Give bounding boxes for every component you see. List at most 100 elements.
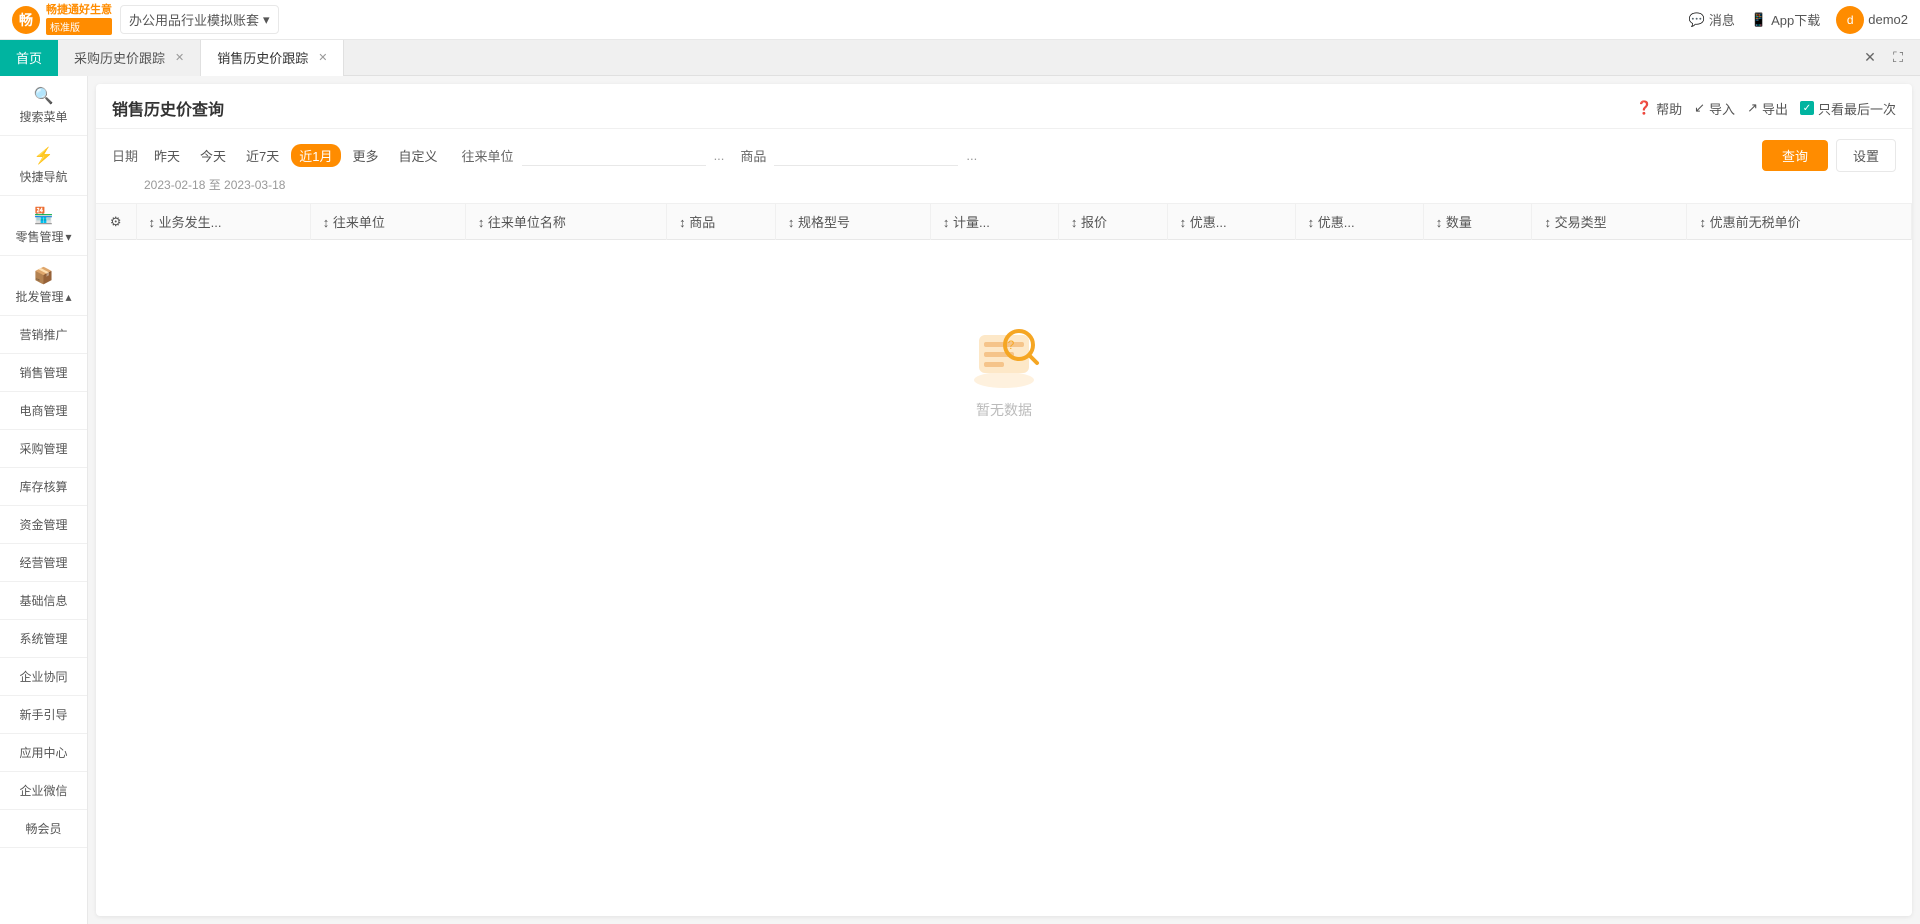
sidebar-item-purchase[interactable]: 采购管理 <box>0 430 87 468</box>
sidebar-item-shortcut[interactable]: ⚡ 快捷导航 <box>0 136 87 196</box>
goods-dots[interactable]: ... <box>966 148 977 163</box>
sidebar-item-apps[interactable]: 应用中心 <box>0 734 87 772</box>
top-bar: 畅 畅捷通好生意 标准版 办公用品行业模拟账套 ▾ 💬 消息 📱 App下载 d… <box>0 0 1920 40</box>
filter-bar: 日期 昨天 今天 近7天 近1月 更多 自定义 往来单位 .. <box>96 129 1912 204</box>
th-pre-tax-price[interactable]: ↕ 优惠前无税单价 <box>1687 204 1912 240</box>
sidebar-item-search[interactable]: 🔍 搜索菜单 <box>0 76 87 136</box>
sidebar-guide-label: 新手引导 <box>19 706 67 723</box>
workspace-selector[interactable]: 办公用品行业模拟账套 ▾ <box>120 5 279 34</box>
sidebar-retail-label: 零售管理 <box>15 228 63 245</box>
sidebar-item-system[interactable]: 系统管理 <box>0 620 87 658</box>
sidebar-item-sales-mgmt[interactable]: 销售管理 <box>0 354 87 392</box>
sidebar-sales-mgmt-label: 销售管理 <box>19 364 67 381</box>
tab-purchase-history[interactable]: 采购历史价跟踪 ✕ <box>58 40 201 76</box>
partner-filter-group: 往来单位 ... <box>462 146 725 166</box>
import-label: 导入 <box>1709 99 1735 118</box>
maximize-icon[interactable]: ⛶ <box>1888 48 1908 68</box>
help-button[interactable]: ❓ 帮助 <box>1636 99 1682 118</box>
th-discount1[interactable]: ↕ 优惠... <box>1167 204 1295 240</box>
sidebar-item-ecommerce[interactable]: 电商管理 <box>0 392 87 430</box>
app-download-button[interactable]: 📱 App下载 <box>1751 10 1820 29</box>
close-sales-tab-icon[interactable]: ✕ <box>318 51 327 64</box>
th-trade-type-label: ↕ 交易类型 <box>1544 215 1606 230</box>
message-button[interactable]: 💬 消息 <box>1689 10 1735 29</box>
logo-icon: 畅 <box>12 6 40 34</box>
close-window-icon[interactable]: ✕ <box>1860 48 1880 68</box>
th-spec-label: ↕ 规格型号 <box>788 215 850 230</box>
table-header: ⚙ ↕ 业务发生... ↕ 往来单位 ↕ 往来单位名称 <box>96 204 1912 240</box>
tab-sales-history[interactable]: 销售历史价跟踪 ✕ <box>201 40 344 76</box>
svg-text:?: ? <box>1008 338 1015 352</box>
export-button[interactable]: ↗ 导出 <box>1747 99 1788 118</box>
message-icon: 💬 <box>1689 12 1705 28</box>
settings-icon: ⚙ <box>110 214 122 229</box>
sidebar-ecommerce-label: 电商管理 <box>19 402 67 419</box>
data-table: ⚙ ↕ 业务发生... ↕ 往来单位 ↕ 往来单位名称 <box>96 204 1912 240</box>
main-layout: 🔍 搜索菜单 ⚡ 快捷导航 🏪 零售管理 ▾ 📦 批发管理 ▴ 营销推广 销售管… <box>0 76 1920 924</box>
goods-input[interactable] <box>774 146 958 166</box>
sidebar-item-wechat[interactable]: 企业微信 <box>0 772 87 810</box>
date-btn-1month[interactable]: 近1月 <box>291 144 340 167</box>
th-discount1-label: ↕ 优惠... <box>1180 215 1227 230</box>
th-discount2[interactable]: ↕ 优惠... <box>1295 204 1423 240</box>
th-price[interactable]: ↕ 报价 <box>1058 204 1167 240</box>
sidebar-purchase-label: 采购管理 <box>19 440 67 457</box>
sidebar-finance-label: 资金管理 <box>19 516 67 533</box>
th-partner-name[interactable]: ↕ 往来单位名称 <box>465 204 666 240</box>
page-content: 销售历史价查询 ❓ 帮助 ↙ 导入 ↗ 导出 ✓ <box>96 84 1912 916</box>
th-spec[interactable]: ↕ 规格型号 <box>775 204 930 240</box>
th-partner-code[interactable]: ↕ 往来单位 <box>310 204 465 240</box>
sidebar-item-retail[interactable]: 🏪 零售管理 ▾ <box>0 196 87 256</box>
sidebar-item-basic-info[interactable]: 基础信息 <box>0 582 87 620</box>
partner-input[interactable] <box>522 146 706 166</box>
filter-actions: 查询 设置 <box>1762 139 1896 172</box>
date-btn-today[interactable]: 今天 <box>192 144 234 167</box>
date-btn-yesterday[interactable]: 昨天 <box>146 144 188 167</box>
logo-text: 畅捷通好生意 <box>46 4 112 17</box>
date-btn-7days[interactable]: 近7天 <box>238 144 287 167</box>
sidebar: 🔍 搜索菜单 ⚡ 快捷导航 🏪 零售管理 ▾ 📦 批发管理 ▴ 营销推广 销售管… <box>0 76 88 924</box>
import-button[interactable]: ↙ 导入 <box>1694 99 1735 118</box>
th-trade-type[interactable]: ↕ 交易类型 <box>1532 204 1687 240</box>
sidebar-item-operations[interactable]: 经营管理 <box>0 544 87 582</box>
sidebar-item-member[interactable]: 畅会员 <box>0 810 87 848</box>
top-bar-left: 畅 畅捷通好生意 标准版 办公用品行业模拟账套 ▾ <box>12 4 279 34</box>
username: demo2 <box>1868 12 1908 27</box>
sidebar-system-label: 系统管理 <box>19 630 67 647</box>
th-qty[interactable]: ↕ 数量 <box>1423 204 1532 240</box>
th-biz-date[interactable]: ↕ 业务发生... <box>136 204 310 240</box>
user-profile[interactable]: d demo2 <box>1836 6 1908 34</box>
close-purchase-tab-icon[interactable]: ✕ <box>175 51 184 64</box>
date-filter-group: 日期 昨天 今天 近7天 近1月 更多 自定义 <box>112 144 446 167</box>
th-goods[interactable]: ↕ 商品 <box>667 204 776 240</box>
checkbox-icon: ✓ <box>1800 101 1814 115</box>
sidebar-item-wholesale[interactable]: 📦 批发管理 ▴ <box>0 256 87 316</box>
sidebar-item-marketing[interactable]: 营销推广 <box>0 316 87 354</box>
setting-button[interactable]: 设置 <box>1836 139 1896 172</box>
date-range-text: 2023-02-18 至 2023-03-18 <box>144 178 285 192</box>
tab-purchase-label: 采购历史价跟踪 <box>74 48 165 67</box>
page-title: 销售历史价查询 <box>112 96 224 120</box>
sidebar-inventory-label: 库存核算 <box>19 478 67 495</box>
partner-dots[interactable]: ... <box>714 148 725 163</box>
shortcut-icon: ⚡ <box>34 146 54 166</box>
sidebar-item-inventory[interactable]: 库存核算 <box>0 468 87 506</box>
empty-text: 暂无数据 <box>976 400 1032 420</box>
date-btn-custom[interactable]: 自定义 <box>391 144 446 167</box>
only-last-toggle[interactable]: ✓ 只看最后一次 <box>1800 99 1896 118</box>
th-settings[interactable]: ⚙ <box>96 204 136 240</box>
phone-icon: 📱 <box>1751 12 1767 28</box>
tab-home[interactable]: 首页 <box>0 40 58 76</box>
date-btn-more[interactable]: 更多 <box>345 144 387 167</box>
tab-bar: 首页 采购历史价跟踪 ✕ 销售历史价跟踪 ✕ ✕ ⛶ <box>0 40 1920 76</box>
th-discount2-label: ↕ 优惠... <box>1308 215 1355 230</box>
goods-filter-group: 商品 ... <box>740 146 977 166</box>
message-label: 消息 <box>1709 10 1735 29</box>
sidebar-basic-info-label: 基础信息 <box>19 592 67 609</box>
tab-actions: ✕ ⛶ <box>1860 48 1920 68</box>
sidebar-item-guide[interactable]: 新手引导 <box>0 696 87 734</box>
sidebar-item-finance[interactable]: 资金管理 <box>0 506 87 544</box>
th-unit[interactable]: ↕ 计量... <box>930 204 1058 240</box>
sidebar-item-enterprise[interactable]: 企业协同 <box>0 658 87 696</box>
query-button[interactable]: 查询 <box>1762 140 1828 171</box>
